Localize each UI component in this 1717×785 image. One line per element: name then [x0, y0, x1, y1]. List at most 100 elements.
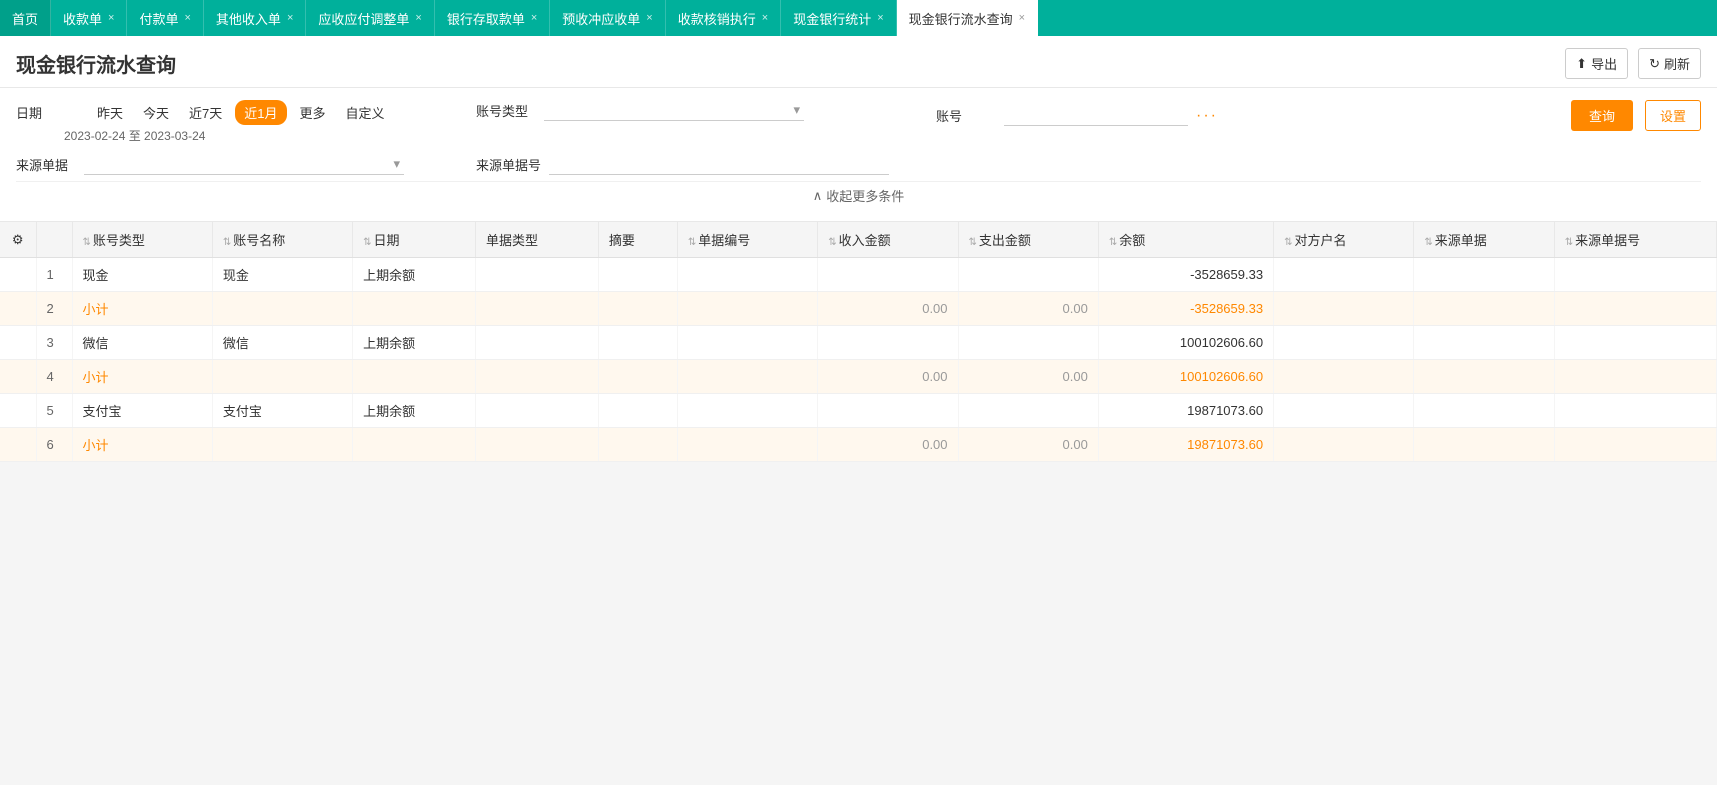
column-account-name[interactable]: ⇅账号名称	[212, 222, 352, 258]
cell-balance: 19871073.60	[1098, 428, 1273, 462]
cell-date	[353, 292, 476, 326]
cell-source-doc-no	[1554, 428, 1716, 462]
column-doc-type: 单据类型	[475, 222, 598, 258]
table-row[interactable]: 3 微信 微信 上期余额 100102606.60	[0, 326, 1717, 360]
account-type-dropdown[interactable]: ▾	[544, 100, 804, 121]
cell-source-doc	[1414, 292, 1554, 326]
cell-balance: -3528659.33	[1098, 292, 1273, 326]
table-row[interactable]: 1 现金 现金 上期余额 -3528659.33	[0, 258, 1717, 292]
cell-account-type: 小计	[72, 360, 212, 394]
close-icon[interactable]: ×	[762, 12, 768, 24]
table-row[interactable]: 2 小计 0.00 0.00 -3528659.33	[0, 292, 1717, 326]
export-label: 导出	[1591, 54, 1617, 73]
collapse-button[interactable]: ∧ 收起更多条件	[16, 181, 1701, 209]
cell-counterparty	[1274, 360, 1414, 394]
date-btn-1month[interactable]: 近1月	[235, 100, 286, 125]
date-btn-7days[interactable]: 近7天	[182, 100, 229, 125]
source-doc-dropdown[interactable]: ▾	[84, 154, 404, 175]
date-options: 昨天 今天 近7天 近1月 更多 自定义	[90, 100, 392, 125]
date-btn-yesterday[interactable]: 昨天	[90, 100, 130, 125]
nav-tab-statistics[interactable]: 现金银行统计 ×	[781, 0, 896, 36]
nav-tab-prepaid[interactable]: 预收冲应收单 ×	[550, 0, 665, 36]
cell-summary	[598, 428, 677, 462]
close-icon[interactable]: ×	[184, 12, 190, 24]
cell-income	[818, 258, 958, 292]
column-account-type[interactable]: ⇅账号类型	[72, 222, 212, 258]
close-icon[interactable]: ×	[877, 12, 883, 24]
cell-source-doc-no	[1554, 258, 1716, 292]
column-date[interactable]: ⇅日期	[353, 222, 476, 258]
export-button[interactable]: ⬆ 导出	[1565, 48, 1628, 79]
column-doc-no[interactable]: ⇅单据编号	[677, 222, 817, 258]
cell-doc-no	[677, 292, 817, 326]
nav-tab-receipts[interactable]: 收款单 ×	[51, 0, 127, 36]
cell-doc-type	[475, 326, 598, 360]
column-income[interactable]: ⇅收入金额	[818, 222, 958, 258]
cell-income: 0.00	[818, 292, 958, 326]
cell-source-doc	[1414, 326, 1554, 360]
settings-button[interactable]: 设置	[1645, 100, 1701, 131]
column-source-doc-no[interactable]: ⇅来源单据号	[1554, 222, 1716, 258]
cell-expense: 0.00	[958, 360, 1098, 394]
nav-tab-flow-query[interactable]: 现金银行流水查询 ×	[897, 0, 1038, 36]
table-header-row: ⚙ ⇅账号类型 ⇅账号名称 ⇅日期 单据类型 摘要 ⇅单据编号 ⇅收入金额 ⇅支…	[0, 222, 1717, 258]
cell-account-name: 微信	[212, 326, 352, 360]
close-icon[interactable]: ×	[108, 12, 114, 24]
column-counterparty[interactable]: ⇅对方户名	[1274, 222, 1414, 258]
page-title: 现金银行流水查询	[16, 49, 176, 78]
close-icon[interactable]: ×	[287, 12, 293, 24]
cell-account-name	[212, 360, 352, 394]
cell-income	[818, 326, 958, 360]
cell-summary	[598, 258, 677, 292]
account-no-input[interactable]	[1004, 106, 1188, 126]
more-options-button[interactable]: ···	[1196, 107, 1218, 125]
cell-no: 5	[36, 394, 72, 428]
cell-account-type: 微信	[72, 326, 212, 360]
cell-income: 0.00	[818, 360, 958, 394]
date-btn-more[interactable]: 更多	[293, 100, 333, 125]
date-btn-today[interactable]: 今天	[136, 100, 176, 125]
cell-doc-no	[677, 326, 817, 360]
nav-tab-bank-deposit[interactable]: 银行存取款单 ×	[435, 0, 550, 36]
cell-summary	[598, 326, 677, 360]
cell-account-type: 小计	[72, 292, 212, 326]
cell-date: 上期余额	[353, 258, 476, 292]
nav-tab-adjustment[interactable]: 应收应付调整单 ×	[306, 0, 434, 36]
collapse-label: 收起更多条件	[826, 186, 904, 205]
close-icon[interactable]: ×	[415, 12, 421, 24]
cell-summary	[598, 292, 677, 326]
table-row[interactable]: 5 支付宝 支付宝 上期余额 19871073.60	[0, 394, 1717, 428]
refresh-button[interactable]: ↻ 刷新	[1638, 48, 1701, 79]
cell-expense	[958, 326, 1098, 360]
cell-expense	[958, 258, 1098, 292]
cell-summary	[598, 394, 677, 428]
column-expense[interactable]: ⇅支出金额	[958, 222, 1098, 258]
source-doc-no-input[interactable]	[549, 155, 889, 175]
column-gear[interactable]: ⚙	[0, 222, 36, 258]
tab-label: 现金银行流水查询	[909, 9, 1013, 28]
column-balance[interactable]: ⇅余额	[1098, 222, 1273, 258]
column-source-doc[interactable]: ⇅来源单据	[1414, 222, 1554, 258]
close-icon[interactable]: ×	[646, 12, 652, 24]
action-buttons: 查询 设置	[1561, 100, 1701, 131]
cell-no: 2	[36, 292, 72, 326]
query-button[interactable]: 查询	[1571, 100, 1633, 131]
cell-balance: 19871073.60	[1098, 394, 1273, 428]
cell-counterparty	[1274, 394, 1414, 428]
cell-date	[353, 360, 476, 394]
data-table: ⚙ ⇅账号类型 ⇅账号名称 ⇅日期 单据类型 摘要 ⇅单据编号 ⇅收入金额 ⇅支…	[0, 222, 1717, 462]
column-no	[36, 222, 72, 258]
cell-source-doc	[1414, 360, 1554, 394]
date-btn-custom[interactable]: 自定义	[339, 100, 392, 125]
nav-tab-verification[interactable]: 收款核销执行 ×	[666, 0, 781, 36]
source-doc-label: 来源单据	[16, 155, 76, 174]
date-range-display: 2023-02-24 至 2023-03-24	[64, 129, 205, 143]
chevron-down-icon2: ▾	[393, 156, 400, 172]
close-icon[interactable]: ×	[1019, 12, 1025, 24]
nav-tab-payments[interactable]: 付款单 ×	[127, 0, 203, 36]
table-row[interactable]: 4 小计 0.00 0.00 100102606.60	[0, 360, 1717, 394]
nav-tab-home[interactable]: 首页	[0, 0, 51, 36]
nav-tab-other-income[interactable]: 其他收入单 ×	[204, 0, 306, 36]
close-icon[interactable]: ×	[531, 12, 537, 24]
table-row[interactable]: 6 小计 0.00 0.00 19871073.60	[0, 428, 1717, 462]
